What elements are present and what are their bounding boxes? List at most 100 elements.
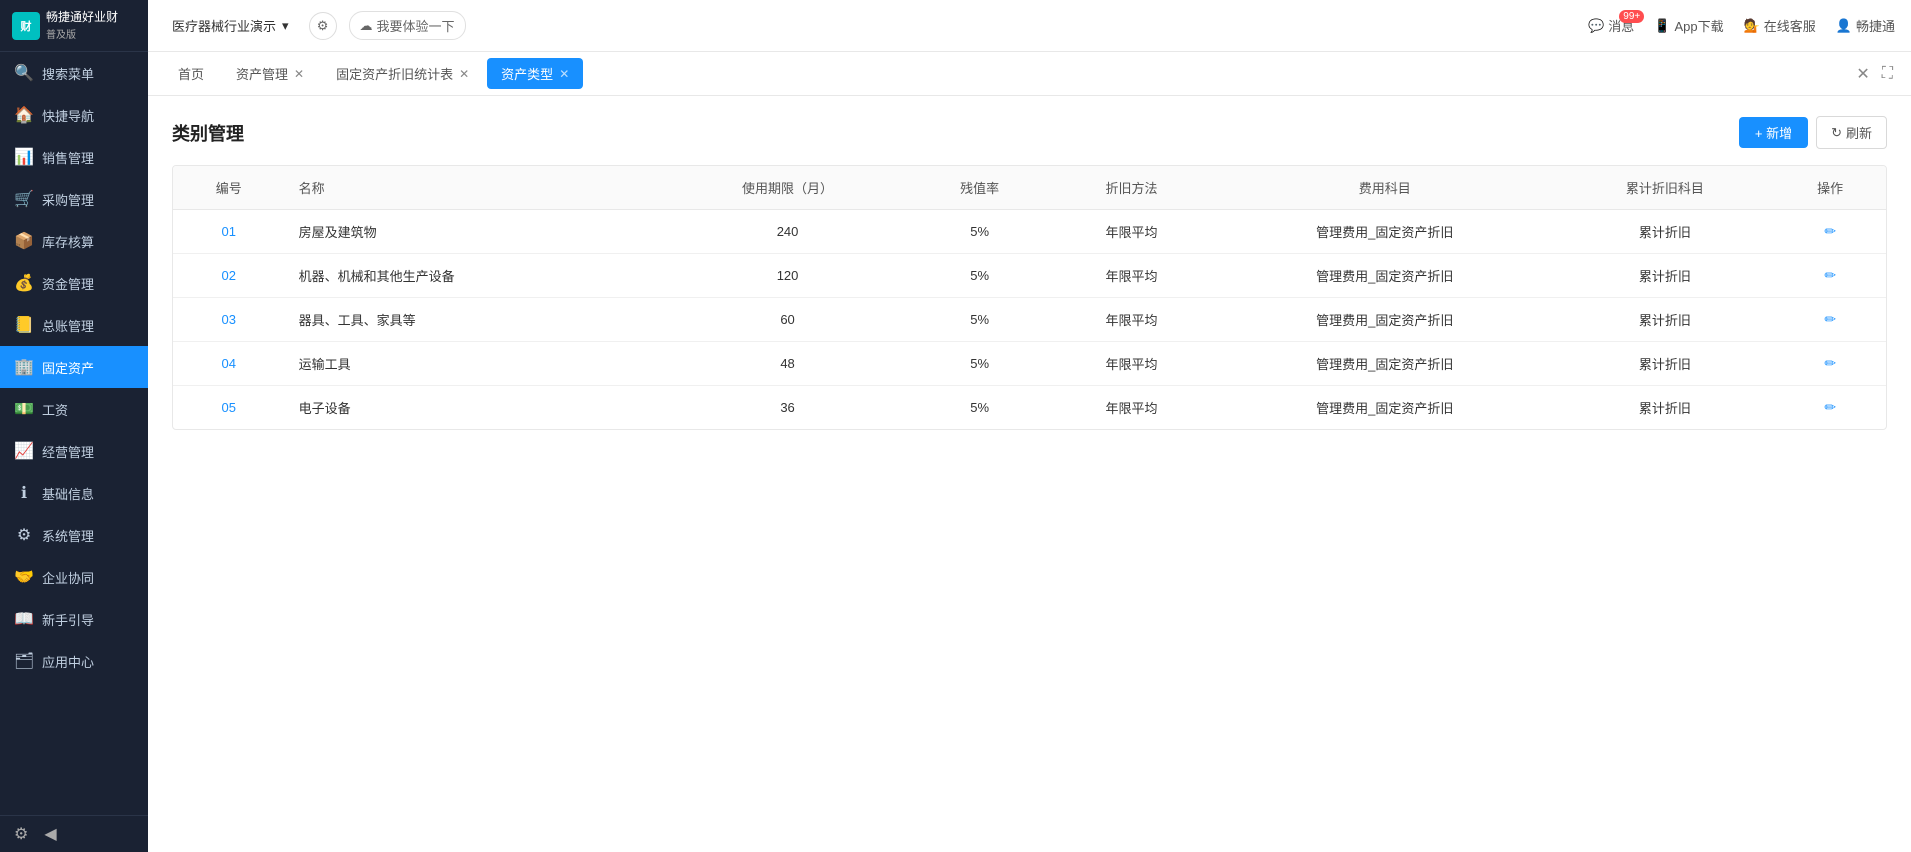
user-menu[interactable]: 👤 畅捷通 [1836, 16, 1895, 35]
cell-code: 03 [173, 298, 285, 342]
sidebar-item-guide[interactable]: 📖 新手引导 [0, 598, 148, 640]
edit-icon[interactable]: ✏ [1824, 399, 1836, 415]
edit-icon[interactable]: ✏ [1824, 223, 1836, 239]
tab-depreciation-close[interactable]: ✕ [459, 67, 469, 81]
cell-method: 年限平均 [1049, 210, 1214, 254]
settings-footer-icon[interactable]: ⚙ [14, 824, 28, 844]
cell-action: ✏ [1774, 254, 1886, 298]
cell-period: 240 [665, 210, 911, 254]
sidebar-item-label: 系统管理 [42, 526, 94, 545]
sidebar-item-operations[interactable]: 📈 经营管理 [0, 430, 148, 472]
tab-home[interactable]: 首页 [164, 58, 218, 89]
cell-method: 年限平均 [1049, 342, 1214, 386]
sidebar-item-system[interactable]: ⚙ 系统管理 [0, 514, 148, 556]
sidebar-item-inventory[interactable]: 📦 库存核算 [0, 220, 148, 262]
cell-residual: 5% [910, 386, 1048, 430]
close-window-button[interactable]: ✕ [1854, 62, 1871, 86]
table-row: 05 电子设备 36 5% 年限平均 管理费用_固定资产折旧 累计折旧 ✏ [173, 386, 1886, 430]
cell-name: 器具、工具、家具等 [285, 298, 665, 342]
cell-accum: 累计折旧 [1555, 342, 1774, 386]
ops-icon: 📈 [14, 441, 34, 461]
col-header-method: 折旧方法 [1049, 166, 1214, 210]
sidebar-item-label: 基础信息 [42, 484, 94, 503]
cell-name: 机器、机械和其他生产设备 [285, 254, 665, 298]
edit-icon[interactable]: ✏ [1824, 267, 1836, 283]
cell-action: ✏ [1774, 342, 1886, 386]
new-button[interactable]: + 新增 [1739, 117, 1808, 148]
cell-expense: 管理费用_固定资产折旧 [1214, 210, 1555, 254]
sidebar-item-fixed-assets[interactable]: 🏢 固定资产 [0, 346, 148, 388]
sidebar-item-quick-nav[interactable]: 🏠 快捷导航 [0, 94, 148, 136]
messages-button[interactable]: 💬 消息 99+ [1588, 16, 1634, 35]
cell-method: 年限平均 [1049, 254, 1214, 298]
cell-residual: 5% [910, 342, 1048, 386]
cell-name: 房屋及建筑物 [285, 210, 665, 254]
page-header: 类别管理 + 新增 ↻ 刷新 [172, 116, 1887, 149]
sidebar-item-label: 销售管理 [42, 148, 94, 167]
table-row: 01 房屋及建筑物 240 5% 年限平均 管理费用_固定资产折旧 累计折旧 ✏ [173, 210, 1886, 254]
tab-home-label: 首页 [178, 64, 204, 83]
sidebar-footer: ⚙ ◀ [0, 815, 148, 852]
tab-asset-mgmt-close[interactable]: ✕ [294, 67, 304, 81]
sidebar-item-search[interactable]: 🔍 搜索菜单 [0, 52, 148, 94]
cell-accum: 累计折旧 [1555, 386, 1774, 430]
company-selector-label: 医疗器械行业演示 [172, 16, 276, 35]
sidebar-item-label: 经营管理 [42, 442, 94, 461]
settings-button[interactable]: ⚙ [309, 12, 337, 40]
category-table: 编号 名称 使用期限（月） 残值率 折旧方法 费用科目 累计折旧科目 操作 01… [173, 166, 1886, 429]
online-service-label: 在线客服 [1764, 16, 1816, 35]
sidebar-logo: 财 畅捷通好业财 普及版 [0, 0, 148, 52]
cell-accum: 累计折旧 [1555, 254, 1774, 298]
col-header-name: 名称 [285, 166, 665, 210]
sidebar-item-funds[interactable]: 💰 资金管理 [0, 262, 148, 304]
tab-depreciation-table[interactable]: 固定资产折旧统计表 ✕ [322, 58, 483, 89]
sidebar-item-payroll[interactable]: 💵 工资 [0, 388, 148, 430]
cell-residual: 5% [910, 254, 1048, 298]
sidebar-item-label: 固定资产 [42, 358, 94, 377]
tabbar-actions: ✕ ⛶ [1854, 62, 1895, 86]
info-icon: ℹ [14, 483, 34, 503]
page-title: 类别管理 [172, 120, 244, 146]
refresh-button[interactable]: ↻ 刷新 [1816, 116, 1887, 149]
cell-action: ✏ [1774, 386, 1886, 430]
table-header-row: 编号 名称 使用期限（月） 残值率 折旧方法 费用科目 累计折旧科目 操作 [173, 166, 1886, 210]
col-header-expense: 费用科目 [1214, 166, 1555, 210]
edit-icon[interactable]: ✏ [1824, 355, 1836, 371]
col-header-residual: 残值率 [910, 166, 1048, 210]
tab-asset-mgmt[interactable]: 资产管理 ✕ [222, 58, 318, 89]
sidebar-item-label: 应用中心 [42, 652, 94, 671]
service-icon: 💁 [1744, 18, 1760, 34]
company-selector[interactable]: 医疗器械行业演示 ▾ [164, 12, 297, 39]
online-service-button[interactable]: 💁 在线客服 [1744, 16, 1816, 35]
cloud-icon: ☁ [360, 18, 373, 34]
sidebar-item-app-center[interactable]: 🗂 应用中心 [0, 640, 148, 682]
table-row: 03 器具、工具、家具等 60 5% 年限平均 管理费用_固定资产折旧 累计折旧… [173, 298, 1886, 342]
cell-code: 02 [173, 254, 285, 298]
sidebar-item-sales[interactable]: 📊 销售管理 [0, 136, 148, 178]
cell-action: ✏ [1774, 298, 1886, 342]
sidebar-item-purchase[interactable]: 🛒 采购管理 [0, 178, 148, 220]
tabbar: 首页 资产管理 ✕ 固定资产折旧统计表 ✕ 资产类型 ✕ ✕ ⛶ [148, 52, 1911, 96]
tab-asset-type-close[interactable]: ✕ [559, 67, 569, 81]
download-icon: 📱 [1654, 18, 1670, 34]
collapse-footer-icon[interactable]: ◀ [44, 824, 56, 844]
sidebar-item-label: 企业协同 [42, 568, 94, 587]
cell-name: 运输工具 [285, 342, 665, 386]
cell-accum: 累计折旧 [1555, 298, 1774, 342]
home-icon: 🏠 [14, 105, 34, 125]
user-icon: 👤 [1836, 18, 1852, 34]
cell-accum: 累计折旧 [1555, 210, 1774, 254]
data-table-container: 编号 名称 使用期限（月） 残值率 折旧方法 费用科目 累计折旧科目 操作 01… [172, 165, 1887, 430]
experience-button[interactable]: ☁ 我要体验一下 [349, 11, 466, 40]
gear-icon: ⚙ [317, 18, 329, 34]
app-download-button[interactable]: 📱 App下载 [1654, 16, 1723, 35]
cell-method: 年限平均 [1049, 298, 1214, 342]
expand-window-button[interactable]: ⛶ [1880, 63, 1895, 85]
edit-icon[interactable]: ✏ [1824, 311, 1836, 327]
sidebar-item-enterprise[interactable]: 🤝 企业协同 [0, 556, 148, 598]
sidebar-item-basic-info[interactable]: ℹ 基础信息 [0, 472, 148, 514]
experience-label: 我要体验一下 [377, 16, 455, 35]
tab-asset-type[interactable]: 资产类型 ✕ [487, 58, 583, 89]
sidebar-item-ledger[interactable]: 📒 总账管理 [0, 304, 148, 346]
search-icon: 🔍 [14, 63, 34, 83]
